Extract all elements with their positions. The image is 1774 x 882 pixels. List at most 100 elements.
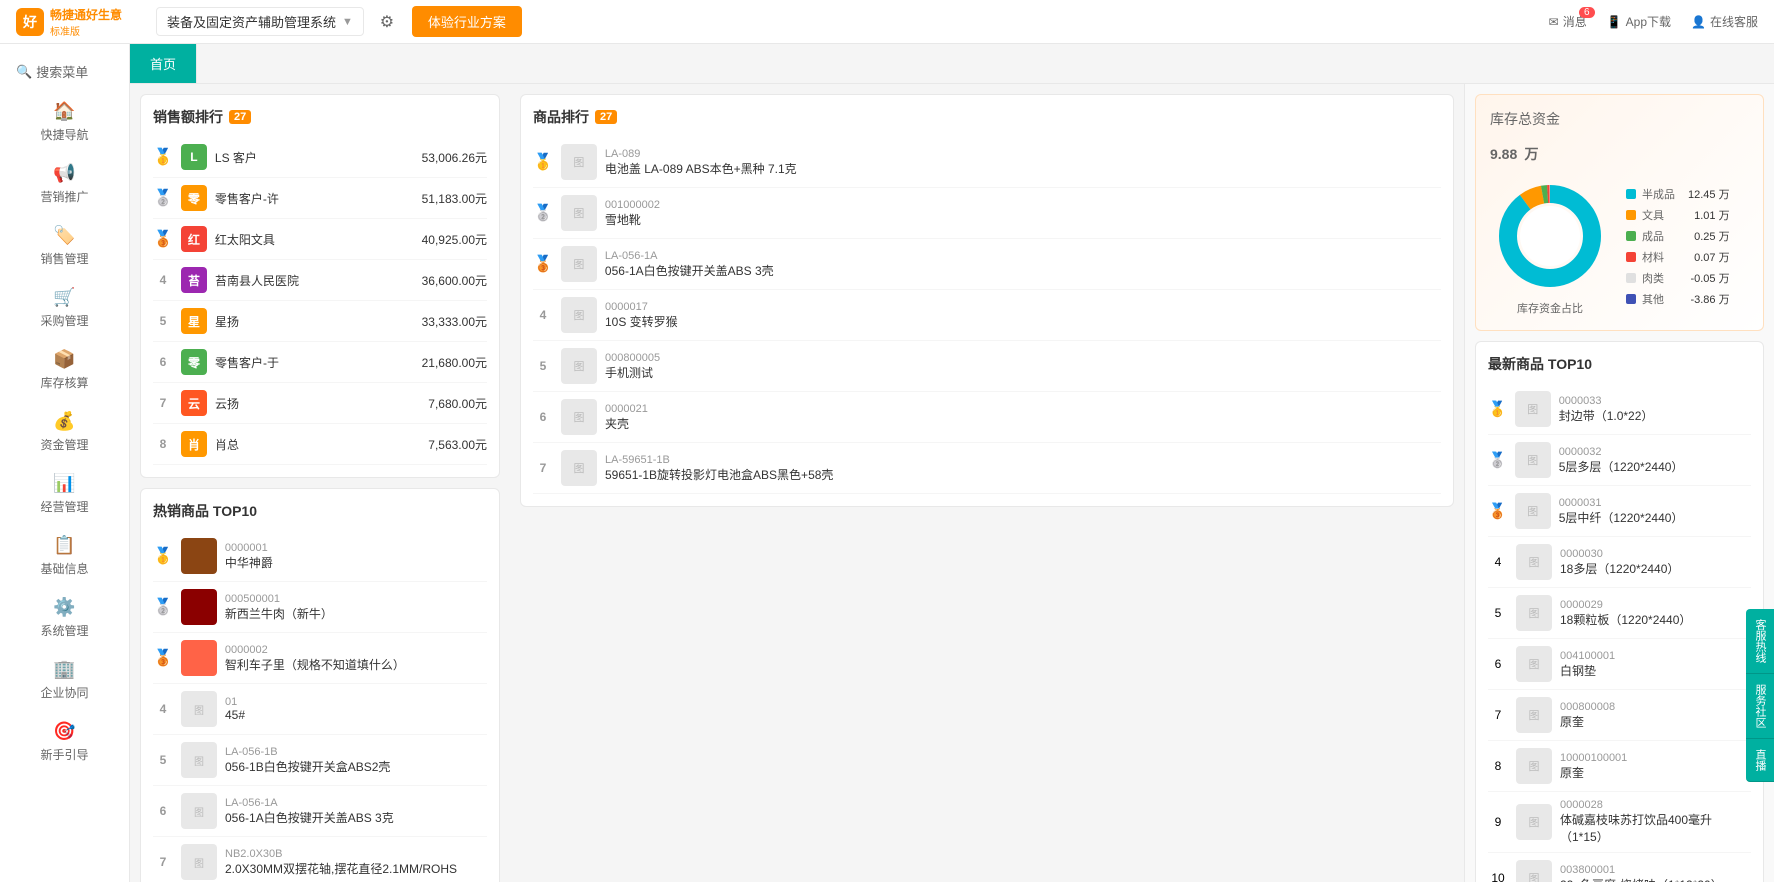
float-btn-live[interactable]: 直播 <box>1746 739 1774 782</box>
main-layout: 🔍 搜索菜单 🏠 快捷导航 📢 营销推广 🏷️ 销售管理 🛒 采购管理 📦 库存… <box>0 44 1774 882</box>
customer-rank-title: 销售额排行 27 <box>153 107 487 127</box>
product-code: LA-056-1A <box>225 797 487 809</box>
rank-value: 33,333.00元 <box>422 313 487 330</box>
system-selector[interactable]: 装备及固定资产辅助管理系统 ▼ <box>156 7 364 36</box>
legend-name: 肉类 <box>1642 270 1682 286</box>
product-thumbnail: 图 <box>1516 646 1552 682</box>
product-name: 原奎 <box>1560 764 1751 781</box>
product-thumbnail: 图 <box>561 450 597 486</box>
rank-name: 苔南县人民医院 <box>215 272 414 289</box>
tab-home[interactable]: 首页 <box>130 44 197 83</box>
middle-column: 商品排行 27 🥇 图 LA-089 电池盖 LA-089 ABS本色+黑种 7… <box>510 84 1464 882</box>
product-name: 22g鱼豆腐-烧烤味（1*12*20） <box>1560 876 1751 882</box>
product-name: 原奎 <box>1560 713 1751 730</box>
product-code: 0000001 <box>225 542 487 554</box>
product-code: 001000002 <box>605 199 1441 211</box>
nav-tabs: 首页 <box>130 44 1774 84</box>
sidebar-item-inventory[interactable]: 📦 库存核算 <box>0 339 129 401</box>
product-info: 000800005 手机测试 <box>605 352 1441 381</box>
rank-item: 7 云 云扬 7,680.00元 <box>153 383 487 424</box>
rank-item: 🥇 L LS 客户 53,006.26元 <box>153 137 487 178</box>
product-info: 10000100001 原奎 <box>1560 752 1751 781</box>
hot-product-item: 6 图 LA-056-1A 056-1A白色按键开关盖ABS 3克 <box>153 786 487 837</box>
trial-button[interactable]: 体验行业方案 <box>412 6 522 37</box>
sidebar-item-operations[interactable]: 📊 经营管理 <box>0 463 129 525</box>
float-btn-community[interactable]: 服务社区 <box>1746 674 1774 739</box>
sidebar-item-quick-nav[interactable]: 🏠 快捷导航 <box>0 91 129 153</box>
sidebar-item-marketing[interactable]: 📢 营销推广 <box>0 153 129 215</box>
product-info: 0000029 18颗粒板（1220*2440） <box>1560 599 1751 628</box>
latest-product-item: 🥉 图 0000031 5层中纤（1220*2440） <box>1488 486 1751 537</box>
product-info: 0000030 18多层（1220*2440） <box>1560 548 1751 577</box>
product-info: 01 45# <box>225 696 487 722</box>
sidebar-item-purchase[interactable]: 🛒 采购管理 <box>0 277 129 339</box>
service-icon: 👤 <box>1691 15 1706 29</box>
float-btn-service[interactable]: 客服热线 <box>1746 609 1774 674</box>
product-name: 体碱嘉枝味苏打饮品400毫升（1*15） <box>1560 811 1751 845</box>
sidebar-item-sales[interactable]: 🏷️ 销售管理 <box>0 215 129 277</box>
latest-product-item: 🥇 图 0000033 封边带（1.0*22） <box>1488 384 1751 435</box>
product-info: 0000028 体碱嘉枝味苏打饮品400毫升（1*15） <box>1560 799 1751 845</box>
legend-value: 12.45 万 <box>1688 186 1730 202</box>
medal-icon: 🥈 <box>153 597 173 617</box>
product-code: NB2.0X30B <box>225 848 487 860</box>
product-name: 5层中纤（1220*2440） <box>1559 509 1751 526</box>
legend-item: 其他 -3.86 万 <box>1626 291 1730 307</box>
latest-product-item: 5 图 0000029 18颗粒板（1220*2440） <box>1488 588 1751 639</box>
rank-number: 4 <box>533 308 553 322</box>
product-name: 18颗粒板（1220*2440） <box>1560 611 1751 628</box>
settings-icon[interactable]: ⚙ <box>372 7 402 37</box>
rank-name: 星扬 <box>215 313 414 330</box>
product-code: 0000021 <box>605 403 1441 415</box>
search-menu-button[interactable]: 🔍 搜索菜单 <box>0 52 129 91</box>
product-name: 5层多层（1220*2440） <box>1559 458 1751 475</box>
top-bar: 好 畅捷通好生意 标准版 装备及固定资产辅助管理系统 ▼ ⚙ 体验行业方案 ✉ … <box>0 0 1774 44</box>
rank-avatar: L <box>181 144 207 170</box>
message-button[interactable]: ✉ 消息 6 <box>1549 13 1587 30</box>
product-rank-badge: 27 <box>595 110 617 124</box>
rank-avatar: 苔 <box>181 267 207 293</box>
sidebar-item-basic-info[interactable]: 📋 基础信息 <box>0 525 129 587</box>
product-thumbnail: 图 <box>561 399 597 435</box>
rank-number: 9 <box>1488 815 1508 829</box>
product-thumbnail: 图 <box>181 742 217 778</box>
app-download-button[interactable]: 📱 App下载 <box>1607 13 1671 30</box>
rank-number: 6 <box>533 410 553 424</box>
sidebar: 🔍 搜索菜单 🏠 快捷导航 📢 营销推广 🏷️ 销售管理 🛒 采购管理 📦 库存… <box>0 44 130 882</box>
sidebar-item-newbie-guide[interactable]: 🎯 新手引导 <box>0 711 129 773</box>
legend-name: 材料 <box>1642 249 1682 265</box>
legend-value: -3.86 万 <box>1690 291 1729 307</box>
product-code: 01 <box>225 696 487 708</box>
rank-item: 5 星 星扬 33,333.00元 <box>153 301 487 342</box>
legend-color-dot <box>1626 231 1636 241</box>
sales-icon: 🏷️ <box>53 225 75 246</box>
rank-avatar: 零 <box>181 349 207 375</box>
product-info: NB2.0X30B 2.0X30MM双摆花轴,摆花直径2.1MM/ROHS <box>225 848 487 877</box>
latest-products-title: 最新商品 TOP10 <box>1488 354 1751 374</box>
online-service-button[interactable]: 👤 在线客服 <box>1691 13 1758 30</box>
rank-number: 8 <box>153 437 173 451</box>
medal-icon: 🥈 <box>153 188 173 208</box>
product-thumbnail <box>181 589 217 625</box>
product-info: 001000002 雪地靴 <box>605 199 1441 228</box>
sidebar-item-finance[interactable]: 💰 资金管理 <box>0 401 129 463</box>
rank-name: LS 客户 <box>215 149 414 166</box>
sidebar-item-system[interactable]: ⚙️ 系统管理 <box>0 587 129 649</box>
rank-item: 🥈 零 零售客户-许 51,183.00元 <box>153 178 487 219</box>
latest-products-list: 🥇 图 0000033 封边带（1.0*22） 🥈 图 0000032 5层多层… <box>1488 384 1751 882</box>
customer-rank-list: 🥇 L LS 客户 53,006.26元 🥈 零 零售客户-许 51,183.0… <box>153 137 487 465</box>
legend-item: 成品 0.25 万 <box>1626 228 1730 244</box>
rank-value: 53,006.26元 <box>422 149 487 166</box>
legend-item: 肉类 -0.05 万 <box>1626 270 1730 286</box>
purchase-icon: 🛒 <box>53 287 75 308</box>
product-thumbnail: 图 <box>1516 804 1552 840</box>
legend-color-dot <box>1626 252 1636 262</box>
app-icon: 📱 <box>1607 15 1622 29</box>
product-info: 0000021 夹壳 <box>605 403 1441 432</box>
rank-avatar: 零 <box>181 185 207 211</box>
legend-value: 0.07 万 <box>1694 249 1729 265</box>
product-name: 中华神爵 <box>225 554 487 571</box>
sidebar-item-enterprise[interactable]: 🏢 企业协同 <box>0 649 129 711</box>
product-name: 封边带（1.0*22） <box>1559 407 1751 424</box>
product-info: LA-056-1A 056-1A白色按键开关盖ABS 3壳 <box>605 250 1441 279</box>
